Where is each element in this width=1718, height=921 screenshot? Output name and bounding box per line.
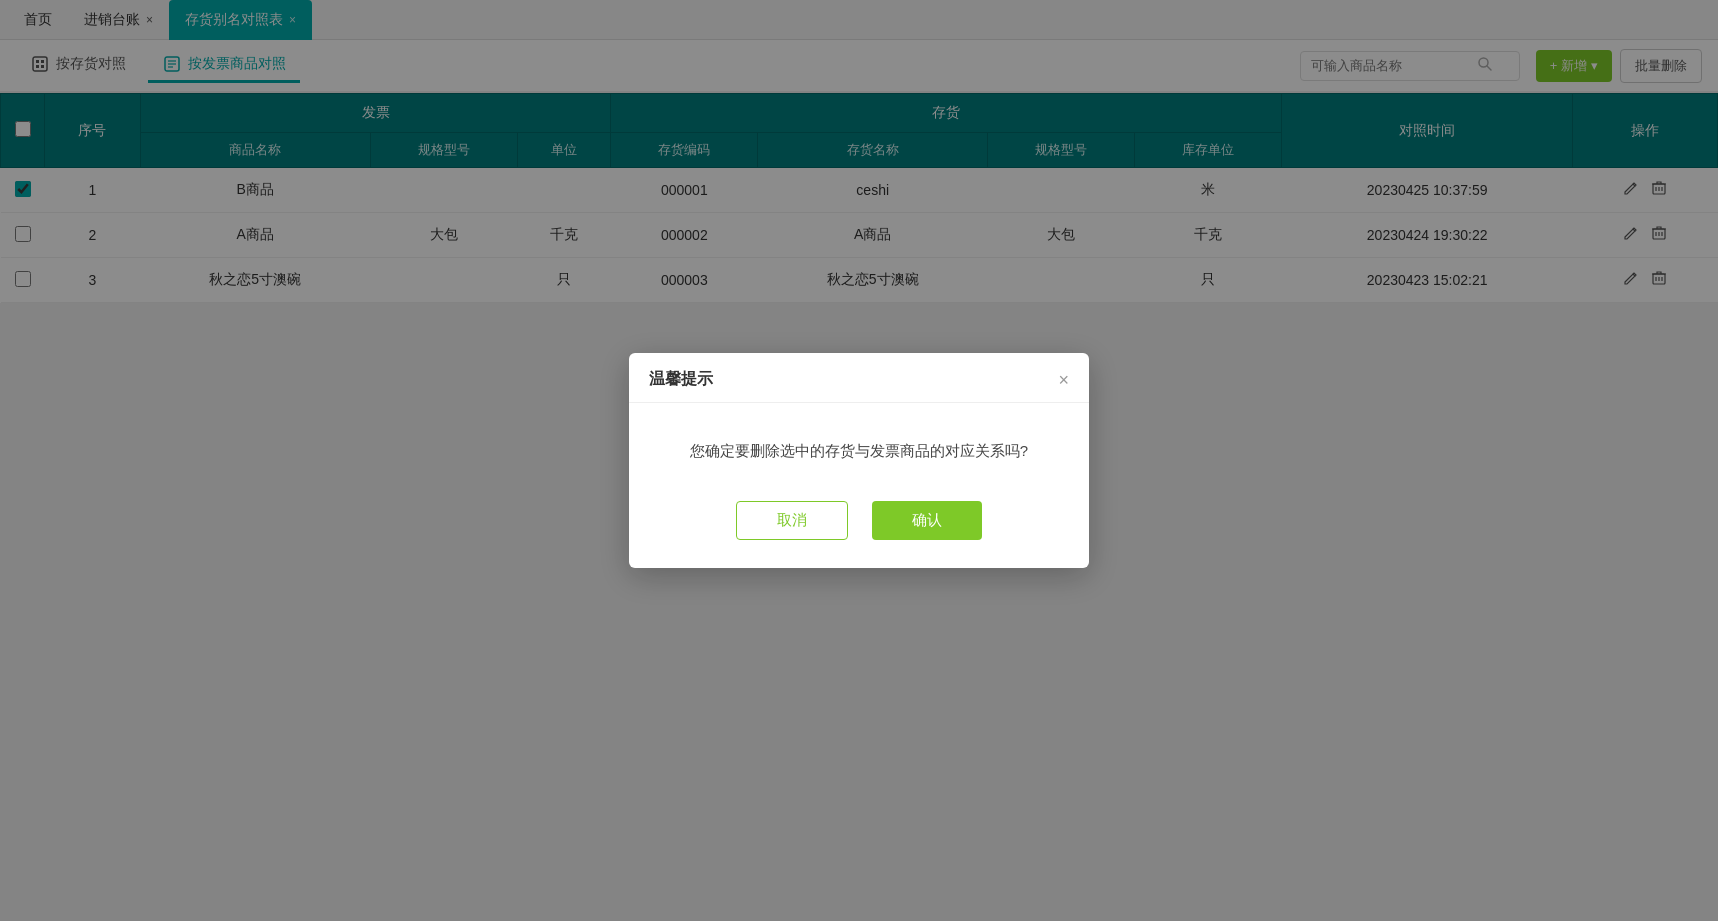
modal-overlay: 温馨提示 × 您确定要删除选中的存货与发票商品的对应关系吗? 取消 确认 (0, 0, 1718, 921)
dialog-title: 温馨提示 (649, 369, 713, 390)
confirm-button[interactable]: 确认 (872, 501, 982, 540)
dialog-header: 温馨提示 × (629, 353, 1089, 403)
confirm-dialog: 温馨提示 × 您确定要删除选中的存货与发票商品的对应关系吗? 取消 确认 (629, 353, 1089, 568)
dialog-close-button[interactable]: × (1058, 371, 1069, 389)
cancel-button[interactable]: 取消 (736, 501, 848, 540)
dialog-footer: 取消 确认 (629, 491, 1089, 568)
dialog-body: 您确定要删除选中的存货与发票商品的对应关系吗? (629, 403, 1089, 491)
dialog-message: 您确定要删除选中的存货与发票商品的对应关系吗? (690, 442, 1028, 459)
